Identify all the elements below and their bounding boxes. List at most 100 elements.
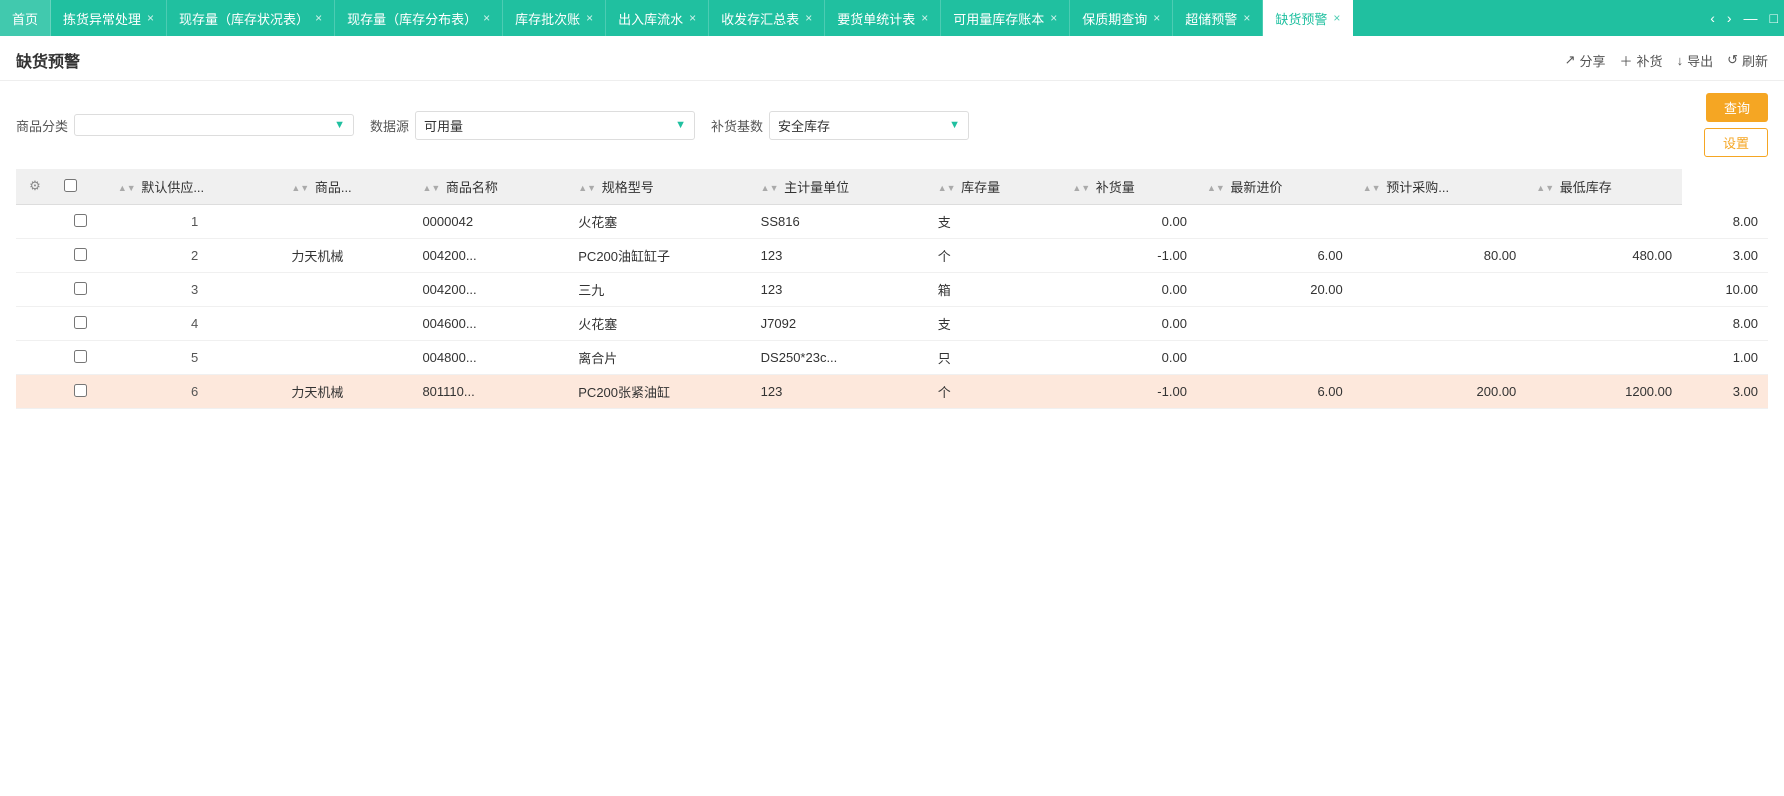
row-checkbox-input-0[interactable]: [74, 214, 87, 227]
gear-icon[interactable]: ⚙: [26, 178, 44, 196]
row-checkbox-input-3[interactable]: [74, 316, 87, 329]
row-stock-1: -1.00: [1062, 239, 1197, 273]
tab-batch-account[interactable]: 库存批次账 ×: [503, 0, 606, 36]
row-latest-price-1: 80.00: [1353, 239, 1527, 273]
share-label: 分享: [1580, 51, 1606, 70]
restock-label: 补货: [1637, 51, 1663, 70]
restock-action[interactable]: ＋ 补货: [1620, 51, 1663, 70]
restock-base-select[interactable]: 安全库存 ▼: [769, 111, 969, 140]
tab-next-icon[interactable]: ›: [1721, 10, 1738, 26]
th-est-purchase[interactable]: ▲▼ 预计采购...: [1353, 169, 1527, 205]
th-stock[interactable]: ▲▼ 库存量: [928, 169, 1063, 205]
tab-close-collect-summary[interactable]: ×: [805, 11, 812, 25]
tab-inventory-status[interactable]: 现存量（库存状况表） ×: [167, 0, 335, 36]
tab-close-inventory-dist[interactable]: ×: [483, 11, 490, 25]
row-unit-4: 只: [928, 341, 1063, 375]
tab-close-inout-flow[interactable]: ×: [689, 11, 696, 25]
tab-close-batch-account[interactable]: ×: [586, 11, 593, 25]
table-body: 1 0000042 火花塞 SS816 支 0.00 8.00 2 力天机械 0…: [16, 205, 1768, 409]
restock-base-label: 补货基数: [711, 116, 763, 135]
spec-sort-icon: ▲▼: [578, 184, 596, 193]
tab-exception[interactable]: 拣货异常处理 ×: [51, 0, 167, 36]
row-supplier-2: [281, 273, 412, 307]
product-name-sort-icon: ▲▼: [422, 184, 440, 193]
tab-close-inventory-status[interactable]: ×: [315, 11, 322, 25]
row-checkbox-input-2[interactable]: [74, 282, 87, 295]
tab-close-expiry-query[interactable]: ×: [1153, 11, 1160, 25]
row-no-1: 2: [108, 239, 282, 273]
row-latest-price-4: [1353, 341, 1527, 375]
table-wrap: ⚙ ▲▼ 默认供应... ▲▼ 商品... ▲▼ 商品: [0, 169, 1784, 409]
row-restock-qty-5: 6.00: [1197, 375, 1353, 409]
row-spec-0: SS816: [751, 205, 928, 239]
tab-inventory-dist[interactable]: 现存量（库存分布表） ×: [335, 0, 503, 36]
datasource-chevron-icon: ▼: [675, 119, 686, 131]
row-supplier-1: 力天机械: [281, 239, 412, 273]
th-restock-qty[interactable]: ▲▼ 补货量: [1062, 169, 1197, 205]
export-action[interactable]: ↓ 导出: [1677, 51, 1714, 70]
row-stock-3: 0.00: [1062, 307, 1197, 341]
row-est-purchase-5: 1200.00: [1526, 375, 1682, 409]
tab-home[interactable]: 首页: [0, 0, 51, 36]
row-stock-5: -1.00: [1062, 375, 1197, 409]
tab-close-overstock[interactable]: ×: [1243, 11, 1250, 25]
tab-collect-summary[interactable]: 收发存汇总表 ×: [709, 0, 825, 36]
row-product-code-0: 0000042: [412, 205, 568, 239]
query-button[interactable]: 查询: [1706, 93, 1768, 122]
refresh-action[interactable]: ↺ 刷新: [1727, 51, 1768, 70]
settings-button[interactable]: 设置: [1704, 128, 1768, 157]
row-checkbox-input-5[interactable]: [74, 384, 87, 397]
tab-close-shortage[interactable]: ×: [1333, 11, 1340, 25]
tab-expiry-query[interactable]: 保质期查询 ×: [1070, 0, 1173, 36]
tab-prev-icon[interactable]: ‹: [1704, 10, 1721, 26]
row-checkbox-2: [54, 273, 108, 307]
tab-minimize-icon[interactable]: —: [1738, 10, 1764, 26]
row-product-code-1: 004200...: [412, 239, 568, 273]
select-all-checkbox[interactable]: [64, 179, 77, 192]
table-row: 3 004200... 三九 123 箱 0.00 20.00 10.00: [16, 273, 1768, 307]
tab-nav: ‹ › — □: [1704, 10, 1784, 26]
tab-shortage[interactable]: 缺货预警 ×: [1263, 0, 1353, 36]
stock-sort-icon: ▲▼: [938, 184, 956, 193]
tab-inout-flow[interactable]: 出入库流水 ×: [606, 0, 709, 36]
th-product-code[interactable]: ▲▼ 商品...: [281, 169, 412, 205]
row-min-stock-2: 10.00: [1682, 273, 1768, 307]
row-no-3: 4: [108, 307, 282, 341]
row-spec-4: DS250*23c...: [751, 341, 928, 375]
tab-close-exception[interactable]: ×: [147, 11, 154, 25]
restock-base-chevron-icon: ▼: [949, 119, 960, 131]
th-product-name[interactable]: ▲▼ 商品名称: [412, 169, 568, 205]
table-row: 1 0000042 火花塞 SS816 支 0.00 8.00: [16, 205, 1768, 239]
th-unit[interactable]: ▲▼ 主计量单位: [751, 169, 928, 205]
row-no-4: 5: [108, 341, 282, 375]
tab-overstock[interactable]: 超储预警 ×: [1173, 0, 1263, 36]
category-select[interactable]: ▼: [74, 114, 354, 136]
restock-icon: ＋: [1620, 51, 1633, 70]
row-unit-5: 个: [928, 375, 1063, 409]
th-supplier[interactable]: ▲▼ 默认供应...: [108, 169, 282, 205]
th-spec[interactable]: ▲▼ 规格型号: [568, 169, 750, 205]
row-product-name-4: 离合片: [568, 341, 750, 375]
row-product-name-3: 火花塞: [568, 307, 750, 341]
tab-close-demand-stat[interactable]: ×: [921, 11, 928, 25]
row-checkbox-input-1[interactable]: [74, 248, 87, 261]
table-row: 5 004800... 离合片 DS250*23c... 只 0.00 1.00: [16, 341, 1768, 375]
row-unit-1: 个: [928, 239, 1063, 273]
header-actions: ↗ 分享 ＋ 补货 ↓ 导出 ↺ 刷新: [1565, 51, 1768, 70]
datasource-select[interactable]: 可用量 ▼: [415, 111, 695, 140]
tab-maximize-icon[interactable]: □: [1764, 10, 1784, 26]
row-checkbox-1: [54, 239, 108, 273]
th-latest-price[interactable]: ▲▼ 最新进价: [1197, 169, 1353, 205]
row-est-purchase-0: [1526, 205, 1682, 239]
row-restock-qty-3: [1197, 307, 1353, 341]
row-gear-1: [16, 239, 54, 273]
tab-available-ledger[interactable]: 可用量库存账本 ×: [941, 0, 1070, 36]
page-header: 缺货预警 ↗ 分享 ＋ 补货 ↓ 导出 ↺ 刷新: [0, 36, 1784, 81]
table-row: 6 力天机械 801110... PC200张紧油缸 123 个 -1.00 6…: [16, 375, 1768, 409]
tab-demand-stat[interactable]: 要货单统计表 ×: [825, 0, 941, 36]
th-min-stock[interactable]: ▲▼ 最低库存: [1526, 169, 1682, 205]
tab-close-available-ledger[interactable]: ×: [1050, 11, 1057, 25]
row-checkbox-input-4[interactable]: [74, 350, 87, 363]
share-action[interactable]: ↗ 分享: [1565, 51, 1606, 70]
filter-actions: 查询 设置: [1704, 93, 1768, 157]
